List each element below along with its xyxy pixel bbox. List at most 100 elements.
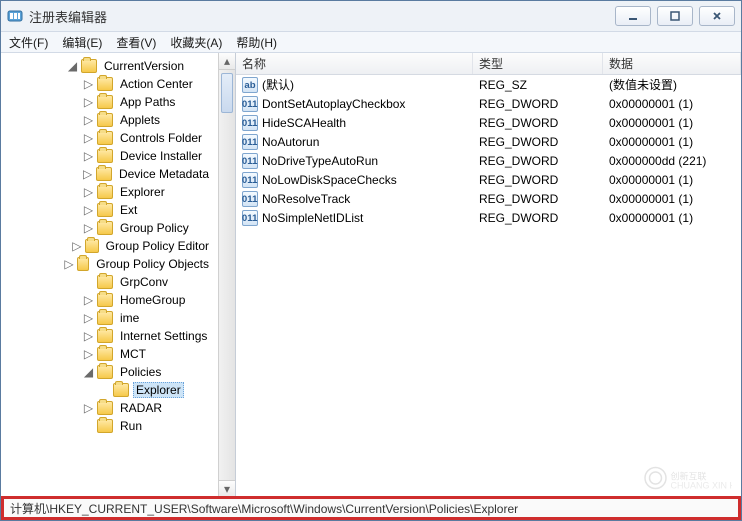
- tree-node[interactable]: ◢Policies: [3, 363, 216, 381]
- col-data[interactable]: 数据: [603, 53, 741, 74]
- tree-label: App Paths: [117, 95, 178, 109]
- col-name[interactable]: 名称: [236, 53, 473, 74]
- cell-data: (数值未设置): [603, 76, 741, 93]
- expand-icon[interactable]: [83, 421, 94, 432]
- cell-name: 011NoResolveTrack: [236, 191, 473, 207]
- tree-node[interactable]: ▷ Group Policy Editor: [3, 237, 216, 255]
- tree-label: Group Policy Editor: [103, 239, 212, 253]
- tree-scroll[interactable]: ◢CurrentVersion▷Action Center▷App Paths▷…: [1, 53, 218, 497]
- collapse-icon[interactable]: ◢: [83, 367, 94, 378]
- expand-icon[interactable]: [83, 277, 94, 288]
- tree-label: HomeGroup: [117, 293, 188, 307]
- value-name: NoResolveTrack: [262, 192, 350, 206]
- scroll-up-icon[interactable]: ▴: [219, 53, 235, 70]
- expand-icon[interactable]: ▷: [83, 79, 94, 90]
- tree-label: Explorer: [133, 382, 184, 398]
- tree-label: CurrentVersion: [101, 59, 187, 73]
- list-row[interactable]: 011NoSimpleNetIDListREG_DWORD0x00000001 …: [236, 208, 741, 227]
- col-type[interactable]: 类型: [473, 53, 603, 74]
- list-row[interactable]: ab(默认)REG_SZ(数值未设置): [236, 75, 741, 94]
- tree-node[interactable]: ▷ HomeGroup: [3, 291, 216, 309]
- expand-icon[interactable]: ▷: [83, 115, 94, 126]
- expand-icon[interactable]: [99, 385, 110, 396]
- menu-file[interactable]: 文件(F): [9, 34, 48, 51]
- expand-icon[interactable]: ▷: [83, 97, 94, 108]
- expand-icon[interactable]: ▷: [83, 133, 94, 144]
- folder-icon: [85, 239, 99, 253]
- cell-type: REG_DWORD: [473, 173, 603, 187]
- tree-node[interactable]: ▷ App Paths: [3, 93, 216, 111]
- list-body[interactable]: ab(默认)REG_SZ(数值未设置)011DontSetAutoplayChe…: [236, 75, 741, 497]
- expand-icon[interactable]: ▷: [72, 241, 82, 252]
- folder-icon: [96, 167, 112, 181]
- tree-node[interactable]: ▷Controls Folder: [3, 129, 216, 147]
- list-row[interactable]: 011NoAutorunREG_DWORD0x00000001 (1): [236, 132, 741, 151]
- reg-binary-icon: 011: [242, 210, 258, 226]
- menu-help[interactable]: 帮助(H): [236, 34, 277, 51]
- tree-node[interactable]: ▷Group Policy Objects: [3, 255, 216, 273]
- collapse-icon[interactable]: ◢: [67, 61, 78, 72]
- tree-node[interactable]: ▷Device Installer: [3, 147, 216, 165]
- tree-node[interactable]: ◢ CurrentVersion: [3, 57, 216, 75]
- tree-node[interactable]: ▷Device Metadata: [3, 165, 216, 183]
- expand-icon[interactable]: ▷: [83, 151, 94, 162]
- titlebar-left: 注册表编辑器: [7, 7, 107, 26]
- tree-node[interactable]: ▷Applets: [3, 111, 216, 129]
- cell-name: 011NoDriveTypeAutoRun: [236, 153, 473, 169]
- value-name: NoLowDiskSpaceChecks: [262, 173, 397, 187]
- value-name: NoAutorun: [262, 135, 319, 149]
- cell-data: 0x00000001 (1): [603, 116, 741, 130]
- folder-icon: [97, 185, 113, 199]
- scroll-down-icon[interactable]: ▾: [219, 480, 235, 497]
- list-row[interactable]: 011NoLowDiskSpaceChecksREG_DWORD0x000000…: [236, 170, 741, 189]
- tree-label: Action Center: [117, 77, 196, 91]
- tree-node[interactable]: Run: [3, 417, 216, 435]
- list-row[interactable]: 011NoDriveTypeAutoRunREG_DWORD0x000000dd…: [236, 151, 741, 170]
- tree-node[interactable]: ▷RADAR: [3, 399, 216, 417]
- expand-icon[interactable]: ▷: [83, 349, 94, 360]
- menu-view[interactable]: 查看(V): [116, 34, 156, 51]
- menu-favorites[interactable]: 收藏夹(A): [170, 34, 222, 51]
- list-pane: 名称 类型 数据 ab(默认)REG_SZ(数值未设置)011DontSetAu…: [236, 53, 741, 497]
- tree-node[interactable]: ▷Group Policy: [3, 219, 216, 237]
- tree-pane: ◢CurrentVersion▷Action Center▷App Paths▷…: [1, 53, 236, 497]
- expand-icon[interactable]: ▷: [83, 223, 94, 234]
- tree-node[interactable]: ▷Ext: [3, 201, 216, 219]
- tree-node[interactable]: GrpConv: [3, 273, 216, 291]
- list-row[interactable]: 011DontSetAutoplayCheckboxREG_DWORD0x000…: [236, 94, 741, 113]
- expand-icon[interactable]: ▷: [83, 331, 94, 342]
- tree-node[interactable]: ▷MCT: [3, 345, 216, 363]
- expand-icon[interactable]: ▷: [83, 313, 94, 324]
- value-name: DontSetAutoplayCheckbox: [262, 97, 405, 111]
- list-row[interactable]: 011NoResolveTrackREG_DWORD0x00000001 (1): [236, 189, 741, 208]
- tree-scrollbar[interactable]: ▴ ▾: [218, 53, 235, 497]
- list-row[interactable]: 011HideSCAHealthREG_DWORD0x00000001 (1): [236, 113, 741, 132]
- maximize-button[interactable]: [657, 6, 693, 26]
- expand-icon[interactable]: ▷: [83, 187, 94, 198]
- menu-edit[interactable]: 编辑(E): [62, 34, 102, 51]
- cell-data: 0x00000001 (1): [603, 97, 741, 111]
- tree-node[interactable]: ▷ Action Center: [3, 75, 216, 93]
- close-button[interactable]: [699, 6, 735, 26]
- tree-label: GrpConv: [117, 275, 171, 289]
- minimize-button[interactable]: [615, 6, 651, 26]
- titlebar[interactable]: 注册表编辑器: [1, 1, 741, 31]
- folder-icon: [77, 257, 90, 271]
- scroll-thumb[interactable]: [221, 73, 233, 113]
- tree-label: Run: [117, 419, 145, 433]
- cell-name: ab(默认): [236, 76, 473, 93]
- value-name: NoDriveTypeAutoRun: [262, 154, 378, 168]
- folder-icon: [97, 203, 113, 217]
- expand-icon[interactable]: ▷: [83, 403, 94, 414]
- expand-icon[interactable]: ▷: [83, 295, 94, 306]
- window-title: 注册表编辑器: [29, 7, 107, 26]
- folder-icon: [97, 95, 113, 109]
- expand-icon[interactable]: ▷: [82, 169, 93, 180]
- expand-icon[interactable]: ▷: [83, 205, 94, 216]
- tree-node[interactable]: ▷ime: [3, 309, 216, 327]
- tree-node[interactable]: ▷Internet Settings: [3, 327, 216, 345]
- cell-data: 0x00000001 (1): [603, 211, 741, 225]
- expand-icon[interactable]: ▷: [64, 259, 73, 270]
- tree-node[interactable]: ▷Explorer: [3, 183, 216, 201]
- tree-node[interactable]: Explorer: [3, 381, 216, 399]
